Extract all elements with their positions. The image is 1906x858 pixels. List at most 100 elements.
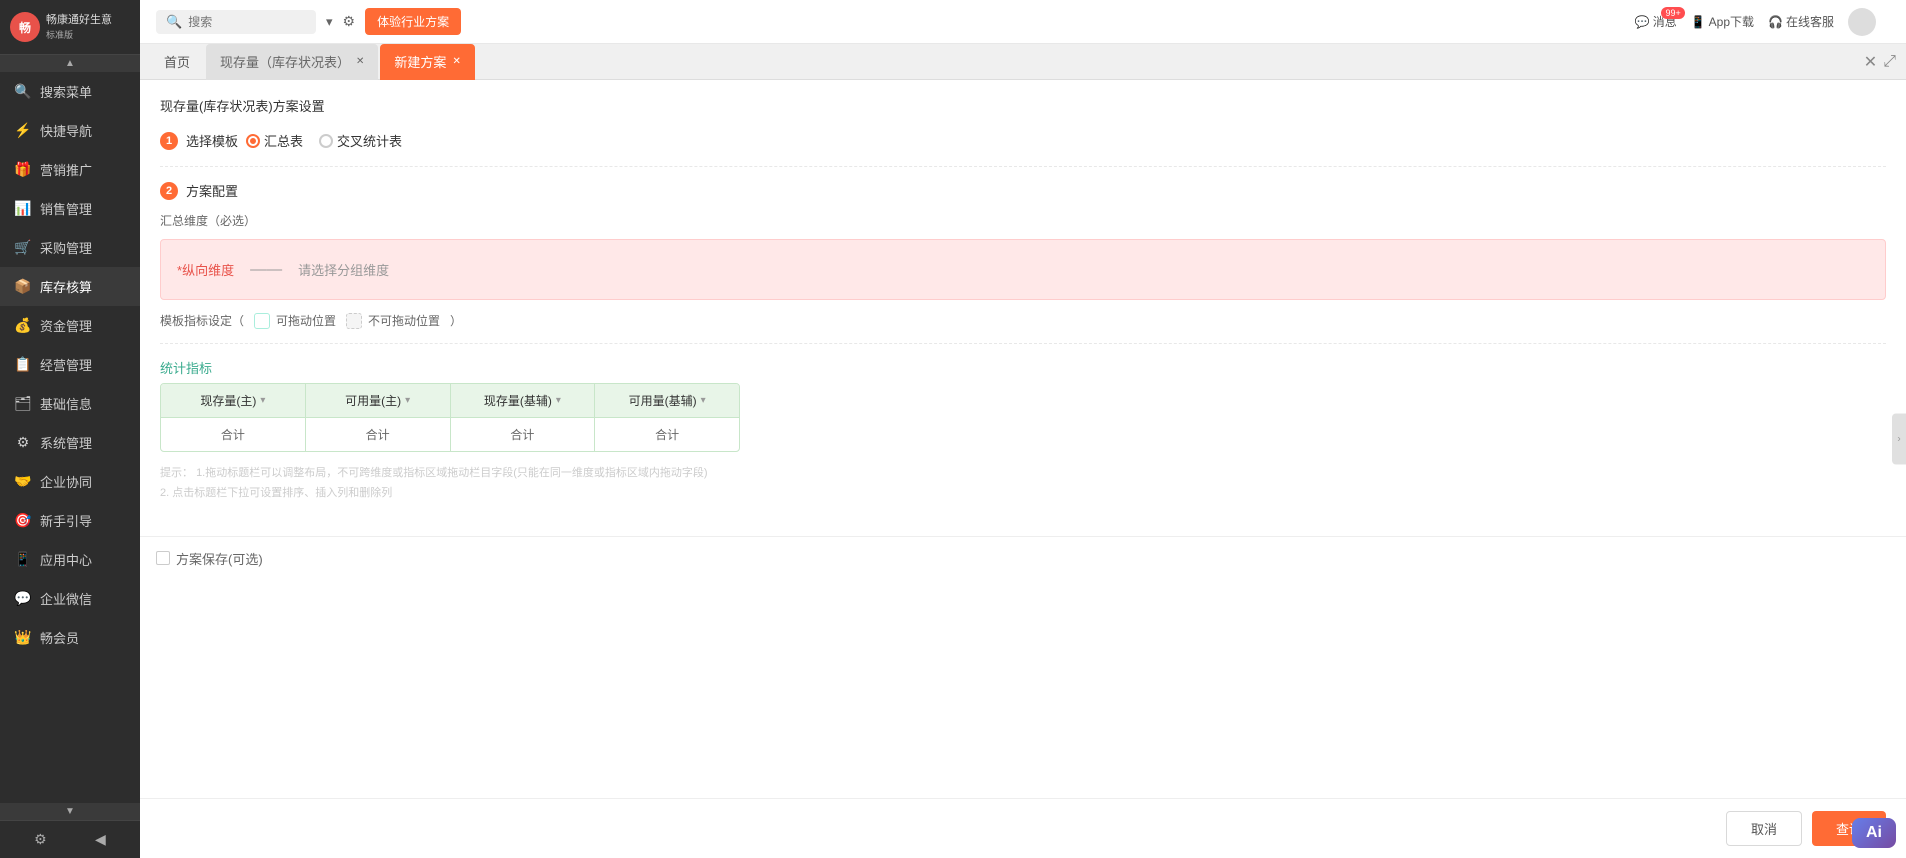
- cancel-btn[interactable]: 取消: [1726, 811, 1802, 846]
- app-logo-icon: 畅: [10, 12, 40, 42]
- topbar: 🔍 ▾ ⚙ 体验行业方案 💬 消息 99+ 📱 App下载 🎧 在线客服: [140, 0, 1906, 44]
- sidebar-item-label: 资金管理: [40, 316, 92, 335]
- sidebar-item-operations[interactable]: 📋 经营管理: [0, 345, 140, 384]
- sidebar-scroll-down[interactable]: ▼: [0, 803, 140, 820]
- service-icon: 🎧: [1768, 15, 1783, 29]
- col-header-1[interactable]: 可用量(主) ▾: [306, 384, 451, 417]
- sidebar-item-label: 快捷导航: [40, 121, 92, 140]
- tab-home[interactable]: 首页: [150, 44, 204, 80]
- search-icon: 🔍: [166, 14, 182, 30]
- topbar-right: 💬 消息 99+ 📱 App下载 🎧 在线客服: [1635, 8, 1890, 36]
- sidebar-item-apps[interactable]: 📱 应用中心: [0, 540, 140, 579]
- col-header-3[interactable]: 可用量(基辅) ▾: [595, 384, 739, 417]
- ai-badge[interactable]: Ai: [1852, 818, 1896, 848]
- service-btn[interactable]: 🎧 在线客服: [1768, 13, 1834, 30]
- trial-btn[interactable]: 体验行业方案: [365, 8, 461, 35]
- topbar-settings-icon[interactable]: ⚙: [343, 13, 356, 30]
- app-download-label: App下载: [1709, 13, 1754, 30]
- step2-section: 2 方案配置 汇总维度（必选） *纵向维度 —— 请选择分组维度: [160, 181, 1886, 504]
- tab-new-plan[interactable]: 新建方案 ✕: [380, 44, 474, 80]
- sidebar-item-corp[interactable]: 🤝 企业协同: [0, 462, 140, 501]
- operations-icon: 📋: [14, 356, 32, 374]
- indicator-label-suffix: ）: [450, 312, 462, 329]
- col-name-3: 可用量(基辅): [629, 392, 697, 409]
- tab-new-plan-close[interactable]: ✕: [452, 56, 460, 67]
- sidebar-item-marketing[interactable]: 🎁 营销推广: [0, 150, 140, 189]
- sidebar-scroll-up[interactable]: ▲: [0, 55, 140, 72]
- step2-header: 2 方案配置: [160, 181, 1886, 200]
- stat-table-header: 现存量(主) ▾ 可用量(主) ▾ 现存量(基辅) ▾: [161, 384, 739, 417]
- sidebar-item-label: 库存核算: [40, 277, 92, 296]
- messages-badge: 99+: [1661, 7, 1684, 19]
- search-input[interactable]: [188, 15, 306, 29]
- wechat-icon: 💬: [14, 590, 32, 608]
- col-header-2[interactable]: 现存量(基辅) ▾: [451, 384, 596, 417]
- search-icon: 🔍: [14, 83, 32, 101]
- sidebar-item-member[interactable]: 👑 畅会员: [0, 618, 140, 657]
- col-header-0[interactable]: 现存量(主) ▾: [161, 384, 306, 417]
- action-bar: 取消 查询: [140, 798, 1906, 858]
- messages-btn[interactable]: 💬 消息 99+: [1635, 13, 1677, 30]
- finance-icon: 💰: [14, 317, 32, 335]
- step1-section: 1 选择模板 汇总表 交叉统计表: [160, 131, 1886, 150]
- non-draggable-legend: 不可拖动位置: [346, 312, 440, 329]
- step1-title: 选择模板: [186, 131, 238, 150]
- draggable-label: 可拖动位置: [276, 312, 336, 329]
- radio-summary[interactable]: 汇总表: [246, 131, 303, 150]
- sidebar-item-label: 经营管理: [40, 355, 92, 374]
- search-box[interactable]: 🔍: [156, 10, 316, 34]
- content-area: 现存量(库存状况表)方案设置 1 选择模板 汇总表 交叉统计表: [140, 80, 1906, 798]
- window-controls: ✕ ⤢: [1864, 52, 1896, 72]
- purchase-icon: 🛒: [14, 239, 32, 257]
- sidebar-item-label: 基础信息: [40, 394, 92, 413]
- stat-table-body: 合计 合计 合计 合计: [161, 417, 739, 451]
- tab-inventory[interactable]: 现存量（库存状况表） ✕: [206, 44, 378, 80]
- window-expand-btn[interactable]: ⤢: [1883, 53, 1896, 71]
- col-chevron-2: ▾: [556, 395, 561, 406]
- sidebar-item-search[interactable]: 🔍 搜索菜单: [0, 72, 140, 111]
- right-expand-handle[interactable]: ›: [1892, 414, 1906, 465]
- sidebar-item-label: 企业协同: [40, 472, 92, 491]
- radio-summary-label: 汇总表: [264, 131, 303, 150]
- basic-icon: 🗂: [14, 395, 32, 413]
- tips-title: 提示： 1.拖动标题栏可以调整布局，不可跨维度或指标区域拖动栏目字段(只能在同一…: [160, 464, 1886, 484]
- app-edition: 标准版: [46, 28, 112, 41]
- sidebar-item-newuser[interactable]: 🎯 新手引导: [0, 501, 140, 540]
- sidebar-item-quicknav[interactable]: ⚡ 快捷导航: [0, 111, 140, 150]
- non-draggable-box: [346, 313, 362, 329]
- app-download-btn[interactable]: 📱 App下载: [1691, 13, 1754, 30]
- save-option-checkbox[interactable]: 方案保存(可选): [156, 549, 263, 568]
- radio-cross[interactable]: 交叉统计表: [319, 131, 402, 150]
- sidebar-collapse-btn[interactable]: ◀: [95, 831, 106, 848]
- sidebar-settings-btn[interactable]: ⚙: [34, 831, 47, 848]
- dimension-area[interactable]: *纵向维度 —— 请选择分组维度: [160, 239, 1886, 300]
- sidebar-item-basic[interactable]: 🗂 基础信息: [0, 384, 140, 423]
- radio-cross-label: 交叉统计表: [337, 131, 402, 150]
- col-cell-1: 合计: [306, 417, 451, 451]
- sidebar-item-sales[interactable]: 📊 销售管理: [0, 189, 140, 228]
- corp-icon: 🤝: [14, 473, 32, 491]
- window-close-btn[interactable]: ✕: [1864, 52, 1877, 72]
- sidebar-item-wechat[interactable]: 💬 企业微信: [0, 579, 140, 618]
- apps-icon: 📱: [14, 551, 32, 569]
- radio-summary-circle: [246, 134, 260, 148]
- dropdown-icon[interactable]: ▾: [326, 14, 333, 30]
- save-option-label: 方案保存(可选): [176, 549, 263, 568]
- divider-2: [160, 343, 1886, 344]
- sidebar-item-label: 系统管理: [40, 433, 92, 452]
- tab-inventory-close[interactable]: ✕: [356, 56, 364, 67]
- content-inner: 现存量(库存状况表)方案设置 1 选择模板 汇总表 交叉统计表: [140, 80, 1906, 536]
- sidebar-item-inventory[interactable]: 📦 库存核算: [0, 267, 140, 306]
- stat-table-block: 统计指标 现存量(主) ▾ 可用量(主) ▾: [160, 358, 1886, 452]
- col-chevron-0: ▾: [260, 395, 265, 406]
- sidebar-item-system[interactable]: ⚙ 系统管理: [0, 423, 140, 462]
- dimension-title: 汇总维度（必选）: [160, 212, 1886, 229]
- app-name: 畅康通好生意: [46, 13, 112, 27]
- sidebar-item-label: 应用中心: [40, 550, 92, 569]
- sidebar-item-purchase[interactable]: 🛒 采购管理: [0, 228, 140, 267]
- tips-item-0: 1.拖动标题栏可以调整布局，不可跨维度或指标区域拖动栏目字段(只能在同一维度或指…: [196, 467, 708, 479]
- sidebar-item-finance[interactable]: 💰 资金管理: [0, 306, 140, 345]
- col-name-2: 现存量(基辅): [484, 392, 552, 409]
- radio-cross-circle: [319, 134, 333, 148]
- user-avatar[interactable]: [1848, 8, 1876, 36]
